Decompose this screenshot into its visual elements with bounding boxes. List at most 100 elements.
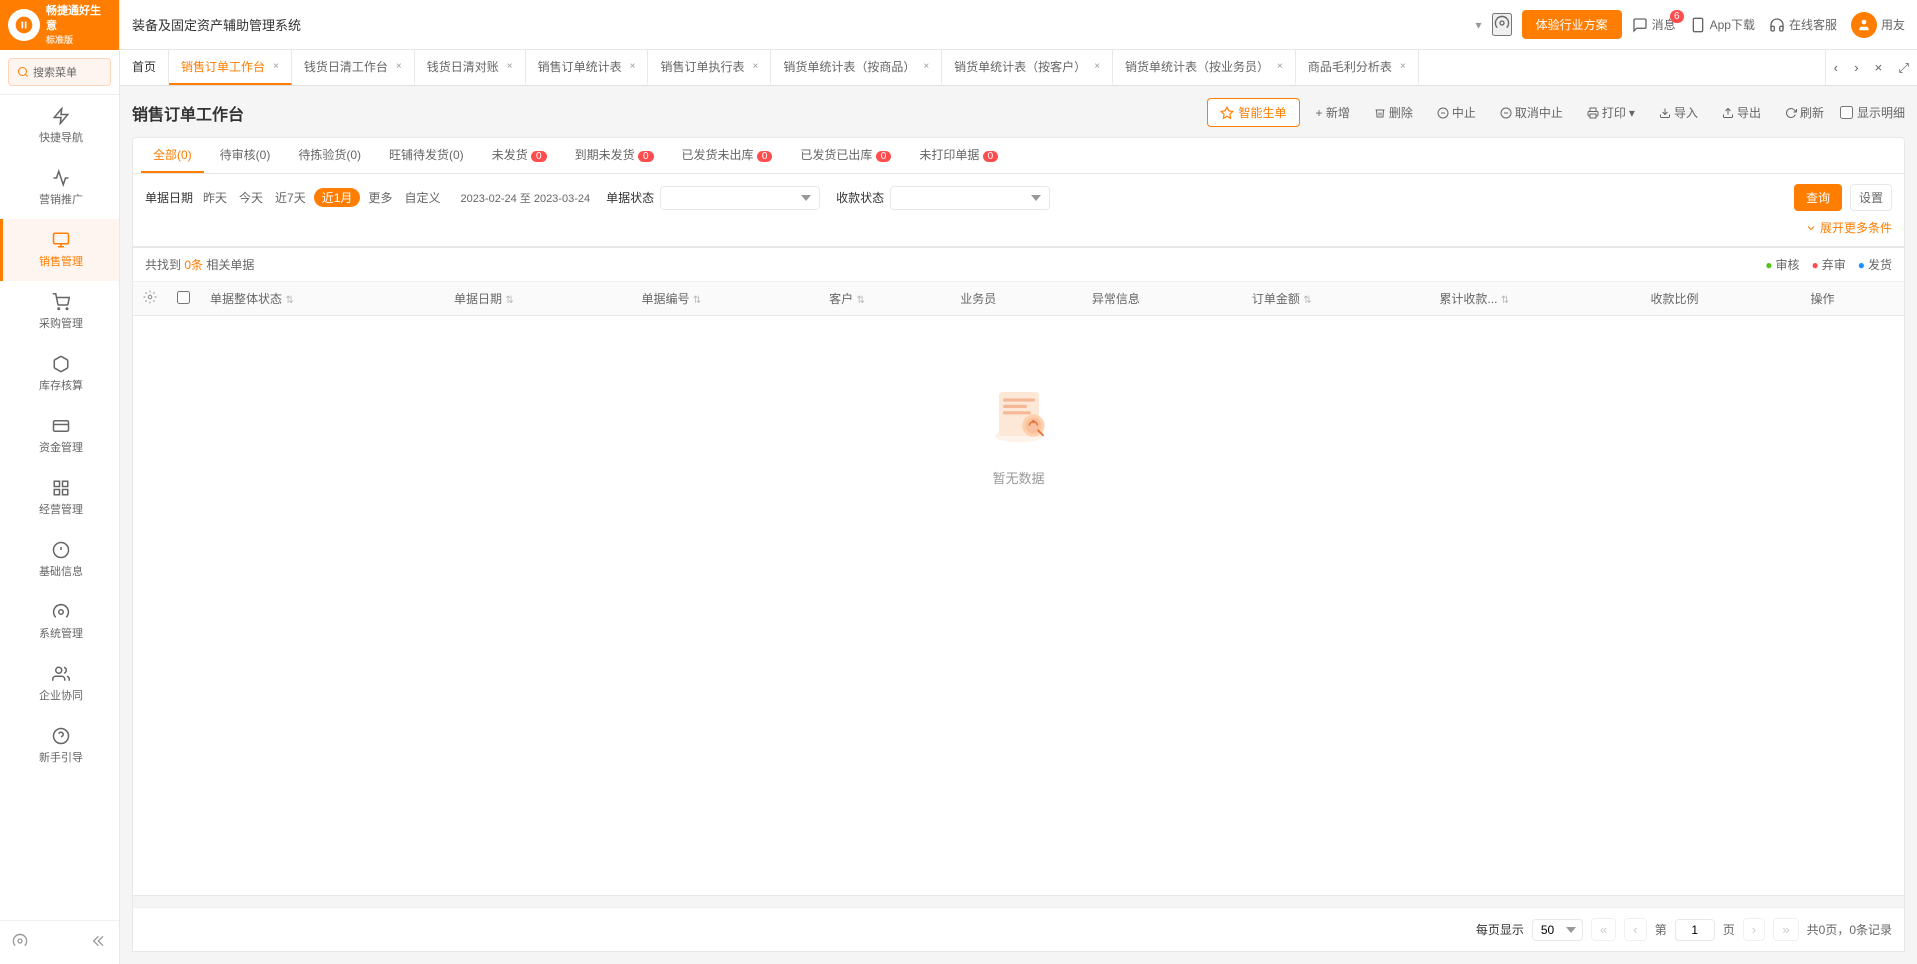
sidebar-item-label: 快捷导航 (39, 129, 83, 145)
tab-next-btn[interactable]: › (1846, 50, 1866, 85)
query-btn[interactable]: 查询 (1794, 184, 1842, 211)
show-detail-input[interactable] (1840, 106, 1853, 119)
sidebar-collapse-btn[interactable] (87, 929, 111, 956)
tab-close-btn[interactable]: × (1400, 61, 1406, 72)
th-collected[interactable]: 累计收款... ⇅ (1429, 282, 1640, 316)
payment-select[interactable] (890, 186, 1050, 210)
show-detail-label: 显示明细 (1857, 104, 1905, 121)
app-download-btn[interactable]: App下载 (1690, 16, 1755, 33)
subtab-pending-review[interactable]: 待审核(0) (208, 138, 283, 173)
tab-sales-by-product[interactable]: 销货单统计表（按商品） × (771, 50, 942, 85)
tab-sales-by-customer[interactable]: 销货单统计表（按客户） × (942, 50, 1113, 85)
filter-settings-btn[interactable]: 设置 (1850, 184, 1892, 211)
delete-btn[interactable]: 删除 (1366, 100, 1421, 125)
tab-sales-stat[interactable]: 销售订单统计表 × (526, 50, 649, 85)
subtab-not-shipped[interactable]: 未发货 0 (480, 138, 559, 173)
th-date[interactable]: 单据日期 ⇅ (444, 282, 632, 316)
tab-prev-btn[interactable]: ‹ (1826, 50, 1846, 85)
tab-sales-exec[interactable]: 销售订单执行表 × (648, 50, 771, 85)
th-checkbox[interactable] (167, 282, 200, 316)
subtab-bar: 全部(0) 待审核(0) 待拣验货(0) 旺铺待发货(0) 未发货 0 到期未发… (132, 137, 1905, 173)
tab-expand-btn[interactable]: ⤢ (1890, 50, 1917, 85)
tab-close-btn[interactable]: × (1094, 61, 1100, 72)
date-more-btn[interactable]: 更多 (364, 187, 396, 208)
tab-close-btn[interactable]: × (507, 61, 513, 72)
refresh-btn[interactable]: 刷新 (1777, 100, 1832, 125)
sidebar-item-marketing[interactable]: 营销推广 (0, 157, 119, 219)
sidebar-item-finance[interactable]: 资金管理 (0, 405, 119, 467)
subtab-shipped-out[interactable]: 已发货已出库 0 (788, 138, 903, 173)
expand-conditions-btn[interactable]: 展开更多条件 (1805, 219, 1892, 236)
date-7days-btn[interactable]: 近7天 (271, 187, 310, 208)
tab-gross-profit[interactable]: 商品毛利分析表 × (1296, 50, 1419, 85)
tab-close-btn[interactable]: × (1277, 61, 1283, 72)
tab-daily-cash[interactable]: 钱货日清工作台 × (292, 50, 415, 85)
col-actions-label: 操作 (1810, 292, 1834, 306)
user-menu-btn[interactable]: 用友 (1851, 12, 1905, 38)
status-select[interactable] (660, 186, 820, 210)
next-page-btn[interactable]: › (1743, 918, 1765, 941)
messages-btn[interactable]: 消息 6 (1632, 16, 1676, 33)
tab-close-btn[interactable]: × (630, 61, 636, 72)
date-1month-btn[interactable]: 近1月 (314, 188, 361, 207)
tab-close-btn[interactable]: × (273, 61, 279, 72)
export-btn[interactable]: 导出 (1714, 100, 1769, 125)
tab-reconciliation[interactable]: 钱货日清对账 × (415, 50, 526, 85)
sidebar-item-quick-nav[interactable]: 快捷导航 (0, 95, 119, 157)
tab-close-all-btn[interactable]: × (1867, 50, 1891, 85)
ship-btn[interactable]: ● 发货 (1858, 256, 1892, 273)
sidebar-item-purchase[interactable]: 采购管理 (0, 281, 119, 343)
subtab-pending-inspect[interactable]: 待拣验货(0) (286, 138, 373, 173)
smart-create-btn[interactable]: 智能生单 (1207, 98, 1299, 127)
date-today-btn[interactable]: 今天 (235, 187, 267, 208)
cancel-stop-btn[interactable]: 取消中止 (1492, 100, 1571, 125)
sidebar-item-inventory[interactable]: 库存核算 (0, 343, 119, 405)
stop-btn[interactable]: 中止 (1429, 100, 1484, 125)
print-btn[interactable]: 打印 ▾ (1579, 100, 1643, 125)
page-input[interactable] (1675, 919, 1715, 941)
per-page-select[interactable]: 10 20 50 100 (1532, 919, 1583, 941)
sidebar-search-area: 搜索菜单 (0, 50, 119, 95)
subtab-wangpu-ship[interactable]: 旺铺待发货(0) (377, 138, 476, 173)
tab-sales-by-staff[interactable]: 销货单统计表（按业务员） × (1113, 50, 1296, 85)
th-amount[interactable]: 订单金额 ⇅ (1242, 282, 1430, 316)
tab-close-btn[interactable]: × (396, 61, 402, 72)
subtab-all[interactable]: 全部(0) (141, 138, 204, 173)
sidebar-item-basic-info[interactable]: 基础信息 (0, 529, 119, 591)
last-page-btn[interactable]: » (1773, 918, 1798, 941)
industry-solution-btn[interactable]: 体验行业方案 (1522, 10, 1622, 39)
subtab-shipped-not-out[interactable]: 已发货未出库 0 (670, 138, 785, 173)
sidebar-item-system[interactable]: 系统管理 (0, 591, 119, 653)
cancel-audit-btn[interactable]: ● 弃审 (1811, 256, 1845, 273)
sidebar-settings-btn[interactable] (8, 929, 32, 956)
first-page-btn[interactable]: « (1591, 918, 1616, 941)
sidebar-item-operations[interactable]: 经营管理 (0, 467, 119, 529)
prev-page-btn[interactable]: ‹ (1624, 918, 1646, 941)
sidebar-search-button[interactable]: 搜索菜单 (8, 58, 111, 86)
sort-icon: ⇅ (1501, 295, 1509, 306)
th-number[interactable]: 单据编号 ⇅ (632, 282, 820, 316)
sidebar-item-sales[interactable]: 销售管理 (0, 219, 119, 281)
import-btn[interactable]: 导入 (1651, 100, 1706, 125)
date-custom-btn[interactable]: 自定义 (400, 187, 444, 208)
sidebar-item-guide[interactable]: 新手引导 (0, 715, 119, 777)
show-detail-checkbox[interactable]: 显示明细 (1840, 104, 1905, 121)
select-all-checkbox[interactable] (177, 291, 190, 304)
online-service-btn[interactable]: 在线客服 (1769, 16, 1837, 33)
subtab-overdue-ship[interactable]: 到期未发货 0 (563, 138, 666, 173)
audit-btn[interactable]: ● 审核 (1765, 256, 1799, 273)
add-btn[interactable]: + 新增 (1308, 100, 1358, 125)
scrollbar-area[interactable] (133, 895, 1904, 907)
filter-row-1: 单据日期 昨天 今天 近7天 近1月 更多 自定义 2023-02-24 至 2… (145, 184, 1892, 211)
tab-close-btn[interactable]: × (752, 61, 758, 72)
topbar-settings-btn[interactable] (1492, 13, 1512, 36)
tabbar-arrows: ‹ › × ⤢ (1825, 50, 1917, 85)
th-status[interactable]: 单据整体状态 ⇅ (200, 282, 444, 316)
tab-home[interactable]: 首页 (120, 50, 169, 85)
th-customer[interactable]: 客户 ⇅ (819, 282, 950, 316)
tab-sales-order-workbench[interactable]: 销售订单工作台 × (169, 50, 292, 85)
date-yesterday-btn[interactable]: 昨天 (199, 187, 231, 208)
subtab-not-printed[interactable]: 未打印单据 0 (907, 138, 1010, 173)
sidebar-item-enterprise[interactable]: 企业协同 (0, 653, 119, 715)
tab-close-btn[interactable]: × (923, 61, 929, 72)
